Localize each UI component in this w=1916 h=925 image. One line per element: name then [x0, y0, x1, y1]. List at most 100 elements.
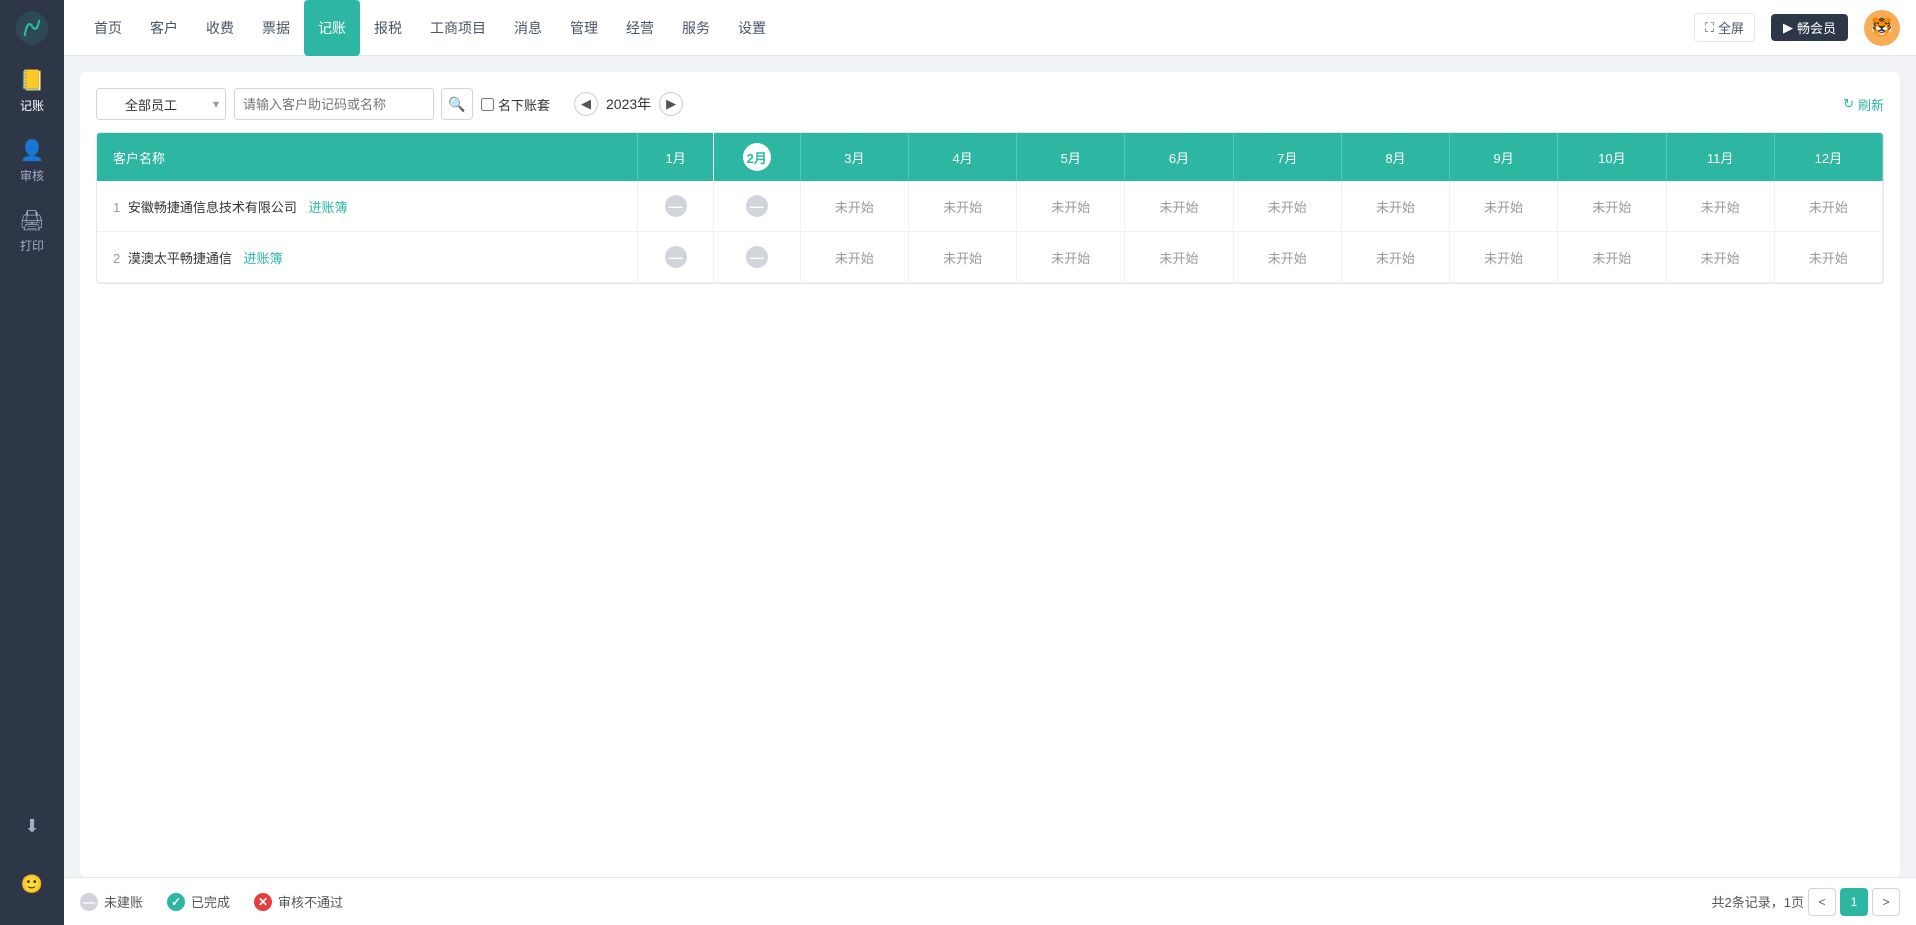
- not-started-label: 未开始: [1051, 200, 1090, 215]
- customer-name-1: 安徽畅捷通信息技术有限公司: [128, 200, 297, 215]
- status-oct-1: 未开始: [1558, 181, 1666, 232]
- fullscreen-label: 全屏: [1718, 18, 1744, 37]
- main-area: 首页 客户 收费 票据 记账 报税 工商项目 消息 管理 经营 服务 设置 ⛶ …: [64, 0, 1916, 925]
- page-1-button[interactable]: 1: [1840, 888, 1868, 916]
- vip-icon: ▶: [1783, 20, 1793, 36]
- sidebar-item-label-jizhang: 记账: [20, 97, 44, 114]
- legend-label-rejected: 审核不通过: [278, 892, 343, 911]
- status-jan-2: —: [638, 232, 713, 283]
- col-header-dec: 12月: [1774, 133, 1882, 181]
- enter-account-link-2[interactable]: 进账簿: [244, 251, 283, 266]
- staff-select-display[interactable]: 全部员工 ▾: [96, 88, 226, 120]
- total-info: 共2条记录，1页: [1712, 892, 1804, 911]
- vip-button[interactable]: ▶ 畅会员: [1771, 14, 1848, 41]
- year-display: 2023年: [606, 94, 651, 114]
- app-logo: [0, 0, 64, 56]
- my-accounts-checkbox-wrap[interactable]: 名下账套: [481, 95, 550, 114]
- refresh-button[interactable]: ↻ 刷新: [1843, 95, 1884, 114]
- prev-year-button[interactable]: ◀: [574, 92, 598, 116]
- search-icon: 🔍: [448, 96, 465, 113]
- legend-dot-red: ✕: [254, 893, 272, 911]
- status-feb-2: —: [713, 232, 800, 283]
- not-started-label: 未开始: [1376, 200, 1415, 215]
- year-navigation: ◀ 2023年 ▶: [574, 92, 683, 116]
- current-month-circle: 2月: [743, 143, 771, 171]
- col-header-nov: 11月: [1666, 133, 1774, 181]
- status-sep-2: 未开始: [1450, 232, 1558, 283]
- customer-name-2: 漠澳太平畅捷通信: [128, 251, 232, 266]
- col-header-jul: 7月: [1233, 133, 1341, 181]
- status-jun-1: 未开始: [1125, 181, 1233, 232]
- status-mar-1: 未开始: [800, 181, 908, 232]
- dash-icon: —: [665, 195, 687, 217]
- not-started-label: 未开始: [1160, 251, 1199, 266]
- nav-manage[interactable]: 管理: [556, 0, 612, 56]
- sidebar-item-dayin[interactable]: 🖨 打印: [0, 196, 64, 266]
- vip-label: 畅会员: [1797, 18, 1836, 37]
- col-header-customer: 客户名称: [97, 133, 638, 181]
- fullscreen-button[interactable]: ⛶ 全屏: [1694, 13, 1755, 42]
- nav-bill[interactable]: 票据: [248, 0, 304, 56]
- fullscreen-icon: ⛶: [1705, 20, 1714, 36]
- col-header-aug: 8月: [1341, 133, 1449, 181]
- not-started-label: 未开始: [1051, 251, 1090, 266]
- nav-baoshui[interactable]: 报税: [360, 0, 416, 56]
- legend-label-not-created: 未建账: [104, 892, 143, 911]
- col-header-sep: 9月: [1450, 133, 1558, 181]
- support-icon: 🙂: [21, 874, 43, 895]
- customer-num-1: 1: [113, 200, 120, 215]
- not-started-label: 未开始: [1268, 251, 1307, 266]
- nav-jizhang[interactable]: 记账: [304, 0, 360, 56]
- nav-message[interactable]: 消息: [500, 0, 556, 56]
- not-started-label: 未开始: [1592, 200, 1631, 215]
- status-apr-1: 未开始: [908, 181, 1016, 232]
- col-header-jan: 1月: [638, 133, 713, 181]
- nav-settings[interactable]: 设置: [724, 0, 780, 56]
- col-header-mar: 3月: [800, 133, 908, 181]
- accounts-table: 客户名称 1月 2月 3月 4月 5月 6月 7月 8月 9月 10月 11月: [97, 133, 1883, 283]
- not-started-label: 未开始: [1484, 200, 1523, 215]
- my-accounts-label: 名下账套: [498, 95, 550, 114]
- sidebar-item-shenhe[interactable]: 👤 审核: [0, 126, 64, 196]
- nav-customer[interactable]: 客户: [136, 0, 192, 56]
- not-started-label: 未开始: [943, 251, 982, 266]
- search-button[interactable]: 🔍: [441, 88, 473, 120]
- next-year-button[interactable]: ▶: [659, 92, 683, 116]
- nav-right-section: ⛶ 全屏 ▶ 畅会员 🐯: [1694, 10, 1900, 46]
- user-avatar[interactable]: 🐯: [1864, 10, 1900, 46]
- search-input[interactable]: [234, 88, 434, 120]
- nav-service[interactable]: 服务: [668, 0, 724, 56]
- status-sep-1: 未开始: [1450, 181, 1558, 232]
- status-apr-2: 未开始: [908, 232, 1016, 283]
- pagination: 共2条记录，1页 < 1 >: [1712, 888, 1900, 916]
- top-navigation: 首页 客户 收费 票据 记账 报税 工商项目 消息 管理 经营 服务 设置 ⛶ …: [64, 0, 1916, 56]
- nav-home[interactable]: 首页: [80, 0, 136, 56]
- sidebar-item-jizhang[interactable]: 📒 记账: [0, 56, 64, 126]
- status-jan-1: —: [638, 181, 713, 232]
- prev-page-button[interactable]: <: [1808, 888, 1836, 916]
- nav-business[interactable]: 经营: [612, 0, 668, 56]
- nav-gongshang[interactable]: 工商项目: [416, 0, 500, 56]
- col-header-jun: 6月: [1125, 133, 1233, 181]
- my-accounts-checkbox[interactable]: [481, 98, 494, 111]
- not-started-label: 未开始: [1160, 200, 1199, 215]
- not-started-label: 未开始: [1701, 251, 1740, 266]
- sidebar-download[interactable]: ⬇: [0, 801, 64, 851]
- customer-name-cell: 1 安徽畅捷通信息技术有限公司 进账簿: [97, 181, 638, 232]
- enter-account-link-1[interactable]: 进账簿: [309, 200, 348, 215]
- not-started-label: 未开始: [835, 200, 874, 215]
- nav-fee[interactable]: 收费: [192, 0, 248, 56]
- legend-completed: ✓ 已完成: [167, 892, 230, 911]
- col-header-feb: 2月: [713, 133, 800, 181]
- sidebar-support[interactable]: 🙂: [0, 859, 64, 909]
- sidebar-bottom: ⬇ 🙂: [0, 801, 64, 925]
- not-started-label: 未开始: [943, 200, 982, 215]
- status-feb-1: —: [713, 181, 800, 232]
- status-dec-1: 未开始: [1774, 181, 1882, 232]
- staff-select-wrap[interactable]: 📋 全部员工 ▾: [96, 88, 226, 120]
- cross-symbol: ✕: [258, 895, 268, 909]
- table-header-row: 客户名称 1月 2月 3月 4月 5月 6月 7月 8月 9月 10月 11月: [97, 133, 1883, 181]
- next-page-button[interactable]: >: [1872, 888, 1900, 916]
- dash-icon: —: [665, 246, 687, 268]
- refresh-label: 刷新: [1858, 95, 1884, 114]
